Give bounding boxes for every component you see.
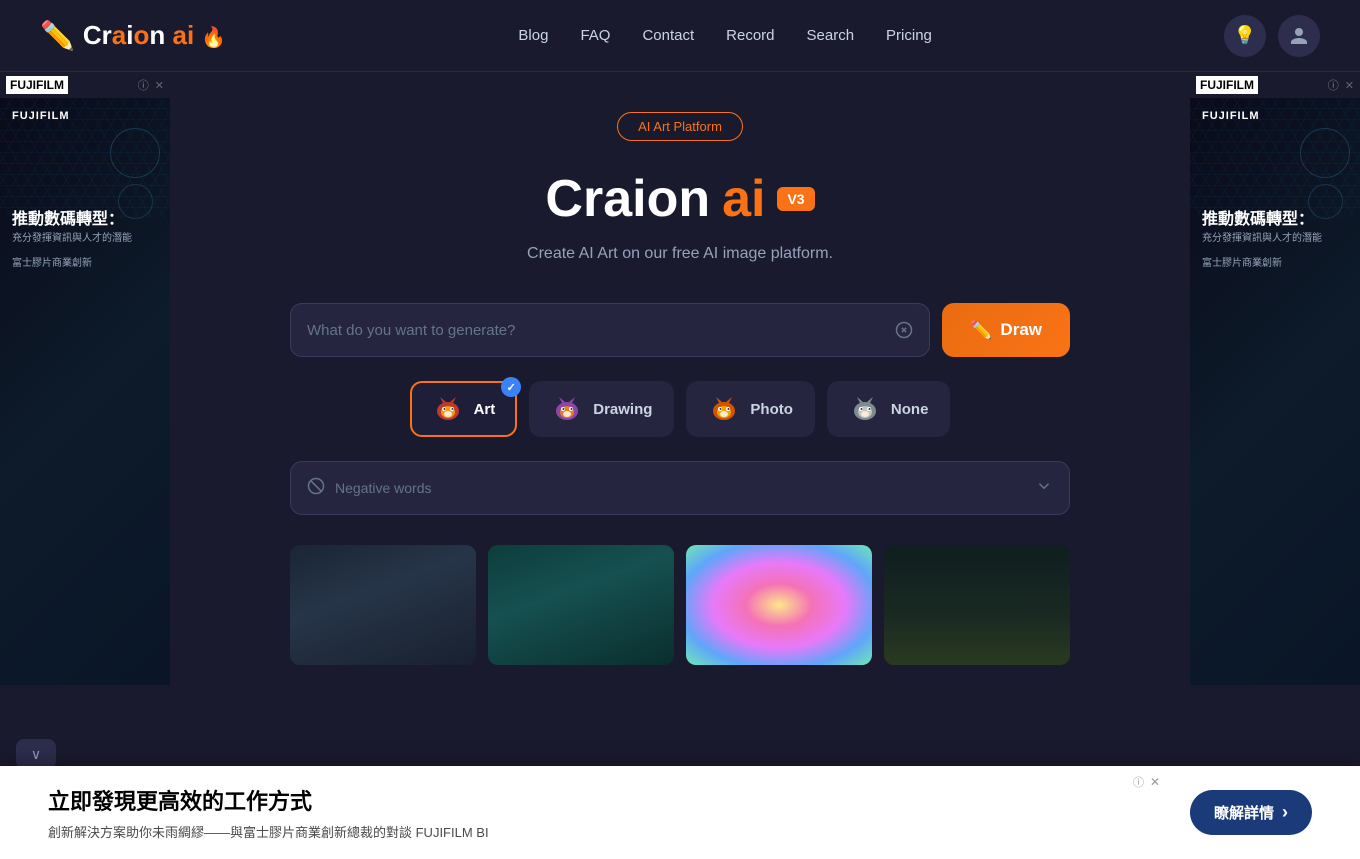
hero-title: Craion ai V3 xyxy=(545,169,814,229)
logo-icon-left: ✏️ xyxy=(40,19,75,52)
bottom-ad-meta: ⓘ ✕ xyxy=(1133,774,1160,790)
right-ad-header: FUJIFILM ⓘ ✕ xyxy=(1190,72,1360,98)
right-ad-close-button[interactable]: ✕ xyxy=(1345,79,1354,92)
logo-link[interactable]: ✏️ Craion ai 🔥 xyxy=(40,19,226,52)
left-ad-info-icon: ⓘ xyxy=(138,77,149,93)
style-tabs: ✓ Art xyxy=(410,381,951,437)
negative-words-label: Negative words xyxy=(335,480,1025,496)
bottom-ad-info-icon: ⓘ xyxy=(1133,774,1144,790)
draw-button-label: Draw xyxy=(1000,320,1042,340)
main-content: FUJIFILM ⓘ ✕ FUJIFILM 推動數碼轉型： 充分發揮資訊與人才的… xyxy=(0,72,1360,685)
style-tab-drawing[interactable]: Drawing xyxy=(529,381,674,437)
art-tab-icon xyxy=(432,393,464,425)
bottom-ad-banner: ⓘ ✕ 立即發現更高效的工作方式 創新解決方案助你未雨綢繆——與富士膠片商業創新… xyxy=(0,766,1360,859)
left-ad-close-button[interactable]: ✕ xyxy=(155,79,164,92)
left-ad-body: FUJIFILM 推動數碼轉型： 充分發揮資訊與人才的潛能 富士膠片商業創新 xyxy=(0,98,170,685)
photo-tab-icon xyxy=(708,393,740,425)
bottom-ad-cta-label: 瞭解詳情 xyxy=(1214,802,1274,823)
drawing-tab-label: Drawing xyxy=(593,401,652,418)
navigation: ✏️ Craion ai 🔥 Blog FAQ Contact Record S… xyxy=(0,0,1360,72)
nav-record[interactable]: Record xyxy=(726,27,774,44)
draw-button[interactable]: ✏️ Draw xyxy=(942,303,1070,357)
style-tab-art[interactable]: ✓ Art xyxy=(410,381,518,437)
nav-pricing[interactable]: Pricing xyxy=(886,27,932,44)
hero-title-craion: Craion xyxy=(545,169,710,229)
gallery-item-2[interactable] xyxy=(488,545,674,665)
negative-words-expand-button[interactable] xyxy=(1035,477,1053,500)
platform-badge: AI Art Platform xyxy=(617,112,743,141)
gallery-item-1[interactable] xyxy=(290,545,476,665)
collapse-button[interactable]: ∨ xyxy=(16,739,56,769)
nav-blog[interactable]: Blog xyxy=(518,27,548,44)
left-ad-tagline: 富士膠片商業創新 xyxy=(12,254,92,269)
nav-faq[interactable]: FAQ xyxy=(580,27,610,44)
right-ad-panel: FUJIFILM ⓘ ✕ FUJIFILM 推動數碼轉型： 充分發揮資訊與人才的… xyxy=(1190,72,1360,685)
left-ad-brand: FUJIFILM xyxy=(6,76,68,94)
nav-right: 💡 xyxy=(1224,15,1320,57)
photo-tab-label: Photo xyxy=(750,401,793,418)
art-check-badge: ✓ xyxy=(501,377,521,397)
left-ad-subtitle: 充分發揮資訊與人才的潛能 xyxy=(12,231,132,246)
light-toggle-button[interactable]: 💡 xyxy=(1224,15,1266,57)
nav-search[interactable]: Search xyxy=(807,27,855,44)
bottom-ad-close-button[interactable]: ✕ xyxy=(1150,775,1160,789)
right-ad-brand: FUJIFILM xyxy=(1196,76,1258,94)
bottom-ad-left: 立即發現更高效的工作方式 創新解決方案助你未雨綢繆——與富士膠片商業創新總裁的對… xyxy=(48,784,489,841)
collapse-icon: ∨ xyxy=(31,746,41,763)
nav-contact[interactable]: Contact xyxy=(642,27,694,44)
left-ad-header: FUJIFILM ⓘ ✕ xyxy=(0,72,170,98)
bottom-ad-title: 立即發現更高效的工作方式 xyxy=(48,784,489,816)
right-ad-tagline: 富士膠片商業創新 xyxy=(1202,254,1282,269)
negative-words-bar: Negative words xyxy=(290,461,1070,515)
style-tab-photo[interactable]: Photo xyxy=(686,381,815,437)
clear-input-button[interactable] xyxy=(895,321,913,339)
search-container: ✏️ Draw xyxy=(290,303,1070,357)
left-ad-panel: FUJIFILM ⓘ ✕ FUJIFILM 推動數碼轉型： 充分發揮資訊與人才的… xyxy=(0,72,170,685)
prompt-input[interactable] xyxy=(307,322,895,339)
logo-text: Craion ai 🔥 xyxy=(83,20,226,51)
draw-icon: ✏️ xyxy=(970,320,992,341)
hero-subtitle: Create AI Art on our free AI image platf… xyxy=(527,245,833,263)
gallery xyxy=(290,545,1070,665)
art-tab-label: Art xyxy=(474,401,496,418)
negative-words-icon xyxy=(307,477,325,500)
bottom-ad-subtitle: 創新解決方案助你未雨綢繆——與富士膠片商業創新總裁的對談 FUJIFILM BI xyxy=(48,822,489,841)
drawing-tab-icon xyxy=(551,393,583,425)
style-tab-none[interactable]: None xyxy=(827,381,951,437)
user-button[interactable] xyxy=(1278,15,1320,57)
hero-version-badge: V3 xyxy=(777,187,814,211)
nav-links: Blog FAQ Contact Record Search Pricing xyxy=(518,27,932,45)
hero-title-ai: ai xyxy=(722,169,765,229)
bottom-ad-cta-button[interactable]: 瞭解詳情 › xyxy=(1190,790,1312,835)
none-tab-label: None xyxy=(891,401,929,418)
right-ad-info-icon: ⓘ xyxy=(1328,77,1339,93)
none-tab-icon xyxy=(849,393,881,425)
gallery-item-4[interactable] xyxy=(884,545,1070,665)
search-input-wrapper xyxy=(290,303,930,357)
right-ad-subtitle: 充分發揮資訊與人才的潛能 xyxy=(1202,231,1322,246)
right-ad-body: FUJIFILM 推動數碼轉型： 充分發揮資訊與人才的潛能 富士膠片商業創新 xyxy=(1190,98,1360,685)
bottom-ad-cta-arrow: › xyxy=(1282,802,1288,823)
gallery-item-3[interactable] xyxy=(686,545,872,665)
center-area: AI Art Platform Craion ai V3 Create AI A… xyxy=(170,72,1190,685)
